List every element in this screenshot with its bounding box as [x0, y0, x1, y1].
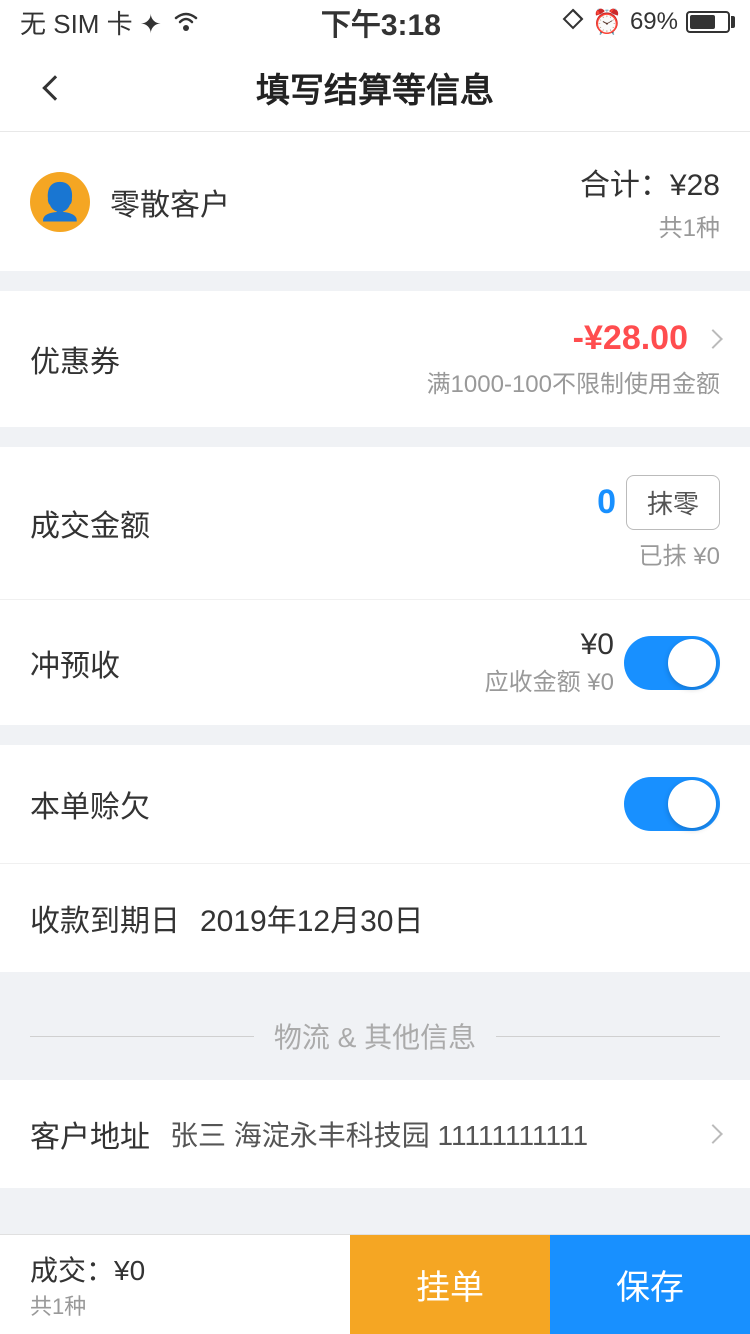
address-row[interactable]: 客户地址 张三 海淀永丰科技园 11111111111: [0, 1080, 750, 1188]
deducted-label: 已抹 ¥0: [639, 536, 720, 571]
advance-amount: ¥0: [485, 628, 614, 662]
logistics-label: 物流 & 其他信息: [274, 1016, 476, 1056]
deal-amount-right: 0 抹零 已抹 ¥0: [536, 475, 720, 571]
advance-desc: 应收金额 ¥0: [485, 662, 614, 697]
sim-status: 无 SIM 卡 ✦: [20, 4, 162, 41]
advance-label: 冲预收: [30, 641, 120, 685]
customer-name: 零散客户: [110, 180, 230, 224]
address-value: 张三 海淀永丰科技园 11111111111: [170, 1114, 698, 1154]
battery-icon: [686, 11, 730, 33]
advance-toggle[interactable]: [624, 636, 720, 690]
credit-section: 本单赊欠 收款到期日 2019年12月30日: [0, 745, 750, 972]
deal-amount-input[interactable]: 0: [536, 483, 616, 522]
address-chevron-icon: [703, 1124, 723, 1144]
total-amount: 合计：¥28: [580, 160, 720, 204]
address-label: 客户地址: [30, 1112, 150, 1156]
toggle-knob: [668, 639, 716, 687]
bottom-bar: 成交：¥0 共1种 挂单 保存: [0, 1234, 750, 1334]
customer-left: 👤 零散客户: [30, 172, 230, 232]
due-date-label: 收款到期日: [30, 896, 180, 940]
logistics-line-right: [496, 1036, 720, 1037]
bottom-count: 共1种: [30, 1289, 320, 1321]
deal-amount-row: 成交金额 0 抹零 已抹 ¥0: [0, 447, 750, 599]
avatar: 👤: [30, 172, 90, 232]
alarm-icon: ⏰: [592, 8, 622, 37]
page-title: 填写结算等信息: [80, 63, 670, 112]
customer-row: 👤 零散客户 合计：¥28 共1种: [0, 132, 750, 271]
status-time: 下午3:18: [321, 0, 441, 44]
customer-right: 合计：¥28 共1种: [580, 160, 720, 243]
advance-row: 冲预收 ¥0 应收金额 ¥0: [0, 599, 750, 725]
round-button[interactable]: 抹零: [626, 475, 720, 530]
nav-bar: 填写结算等信息: [0, 44, 750, 132]
credit-toggle[interactable]: [624, 777, 720, 831]
deal-amount-label: 成交金额: [30, 501, 150, 545]
coupon-label: 优惠券: [30, 337, 120, 381]
back-arrow-icon: [42, 75, 67, 100]
logistics-header: 物流 & 其他信息: [0, 992, 750, 1080]
logistics-line-left: [30, 1036, 254, 1037]
chevron-right-icon: [703, 329, 723, 349]
back-button[interactable]: [30, 63, 80, 113]
coupon-desc: 满1000-100不限制使用金额: [427, 364, 720, 399]
coupon-row[interactable]: 优惠券 -¥28.00 满1000-100不限制使用金额: [0, 291, 750, 427]
wifi-icon: [172, 7, 200, 38]
bottom-deal: 成交：¥0: [30, 1249, 320, 1289]
deal-advance-section: 成交金额 0 抹零 已抹 ¥0 冲预收 ¥0 应收金额 ¥0: [0, 447, 750, 725]
status-left: 无 SIM 卡 ✦: [20, 4, 200, 41]
customer-section: 👤 零散客户 合计：¥28 共1种: [0, 132, 750, 271]
coupon-section: 优惠券 -¥28.00 满1000-100不限制使用金额: [0, 291, 750, 427]
hang-button[interactable]: 挂单: [350, 1235, 550, 1334]
coupon-right: -¥28.00 满1000-100不限制使用金额: [427, 319, 720, 399]
credit-toggle-knob: [668, 780, 716, 828]
credit-label: 本单赊欠: [30, 782, 150, 826]
due-date-value: 2019年12月30日: [200, 896, 423, 940]
bottom-info: 成交：¥0 共1种: [0, 1235, 350, 1334]
total-count: 共1种: [580, 208, 720, 243]
status-right: ⏰ 69%: [562, 8, 730, 37]
credit-row: 本单赊欠: [0, 745, 750, 864]
bottom-deal-value: ¥0: [114, 1255, 145, 1286]
status-bar: 无 SIM 卡 ✦ 下午3:18 ⏰ 69%: [0, 0, 750, 44]
address-section: 客户地址 张三 海淀永丰科技园 11111111111: [0, 1080, 750, 1188]
location-icon: [562, 8, 584, 37]
due-date-row: 收款到期日 2019年12月30日: [0, 864, 750, 972]
avatar-icon: 👤: [38, 181, 83, 223]
battery-percent: 69%: [630, 8, 678, 36]
advance-right: ¥0 应收金额 ¥0: [485, 628, 720, 697]
coupon-amount: -¥28.00: [573, 319, 688, 358]
bottom-deal-label: 成交：: [30, 1255, 114, 1286]
save-button[interactable]: 保存: [550, 1235, 750, 1334]
